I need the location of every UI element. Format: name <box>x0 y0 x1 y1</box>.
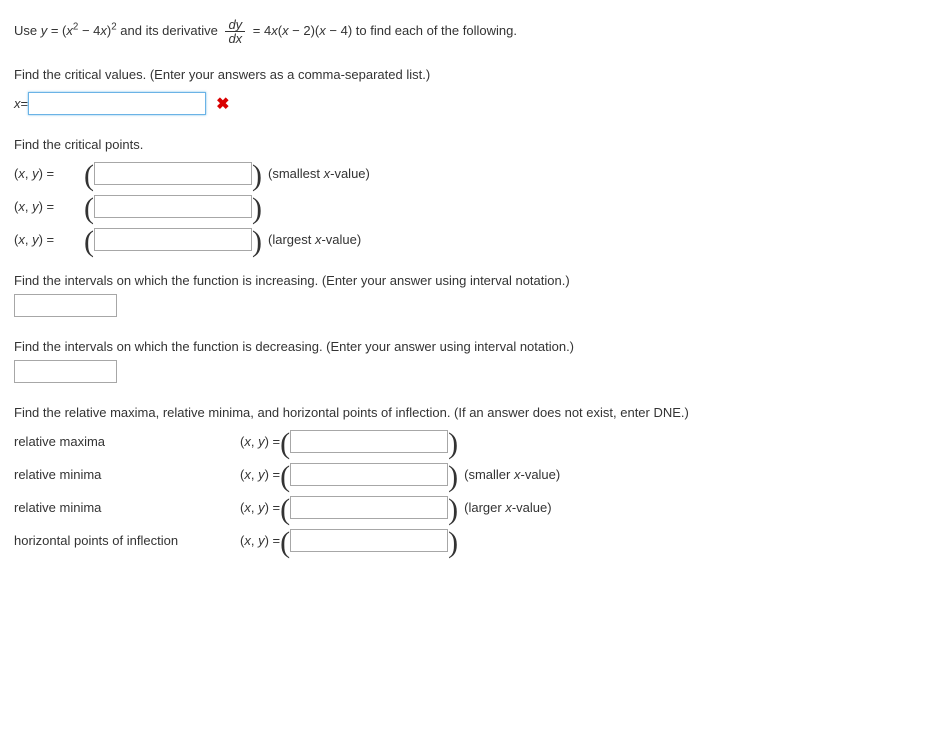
extrema-title: Find the relative maxima, relative minim… <box>14 405 934 420</box>
relmin-2-input[interactable] <box>290 496 448 519</box>
problem-statement: Use y = (x2 − 4x)2 and its derivative dy… <box>14 18 934 45</box>
smaller-note: (smaller x-value) <box>464 467 560 482</box>
xy-label: (x, y) = <box>14 166 84 181</box>
relmin-1-input[interactable] <box>290 463 448 486</box>
relmin-label: relative minima <box>14 467 240 482</box>
critical-points-title: Find the critical points. <box>14 137 934 152</box>
decreasing-title: Find the intervals on which the function… <box>14 339 934 354</box>
increasing-input[interactable] <box>14 294 117 317</box>
horiz-input[interactable] <box>290 529 448 552</box>
decreasing-input[interactable] <box>14 360 117 383</box>
relmax-input[interactable] <box>290 430 448 453</box>
smallest-note: (smallest x-value) <box>268 166 370 181</box>
critical-values-title: Find the critical values. (Enter your an… <box>14 67 934 82</box>
xy-label: (x, y) = <box>14 199 84 214</box>
larger-note: (larger x-value) <box>464 500 551 515</box>
critical-values-input[interactable] <box>28 92 206 115</box>
critical-point-2-input[interactable] <box>94 195 252 218</box>
xy-label: (x, y) = <box>240 533 280 548</box>
relmin-label: relative minima <box>14 500 240 515</box>
xy-label: (x, y) = <box>14 232 84 247</box>
relmax-label: relative maxima <box>14 434 240 449</box>
xy-label: (x, y) = <box>240 434 280 449</box>
xy-label: (x, y) = <box>240 467 280 482</box>
incorrect-icon: ✖ <box>216 94 229 114</box>
horiz-label: horizontal points of inflection <box>14 533 240 548</box>
eq-label: = <box>21 96 29 111</box>
increasing-title: Find the intervals on which the function… <box>14 273 934 288</box>
critical-point-1-input[interactable] <box>94 162 252 185</box>
critical-point-3-input[interactable] <box>94 228 252 251</box>
xy-label: (x, y) = <box>240 500 280 515</box>
largest-note: (largest x-value) <box>268 232 361 247</box>
